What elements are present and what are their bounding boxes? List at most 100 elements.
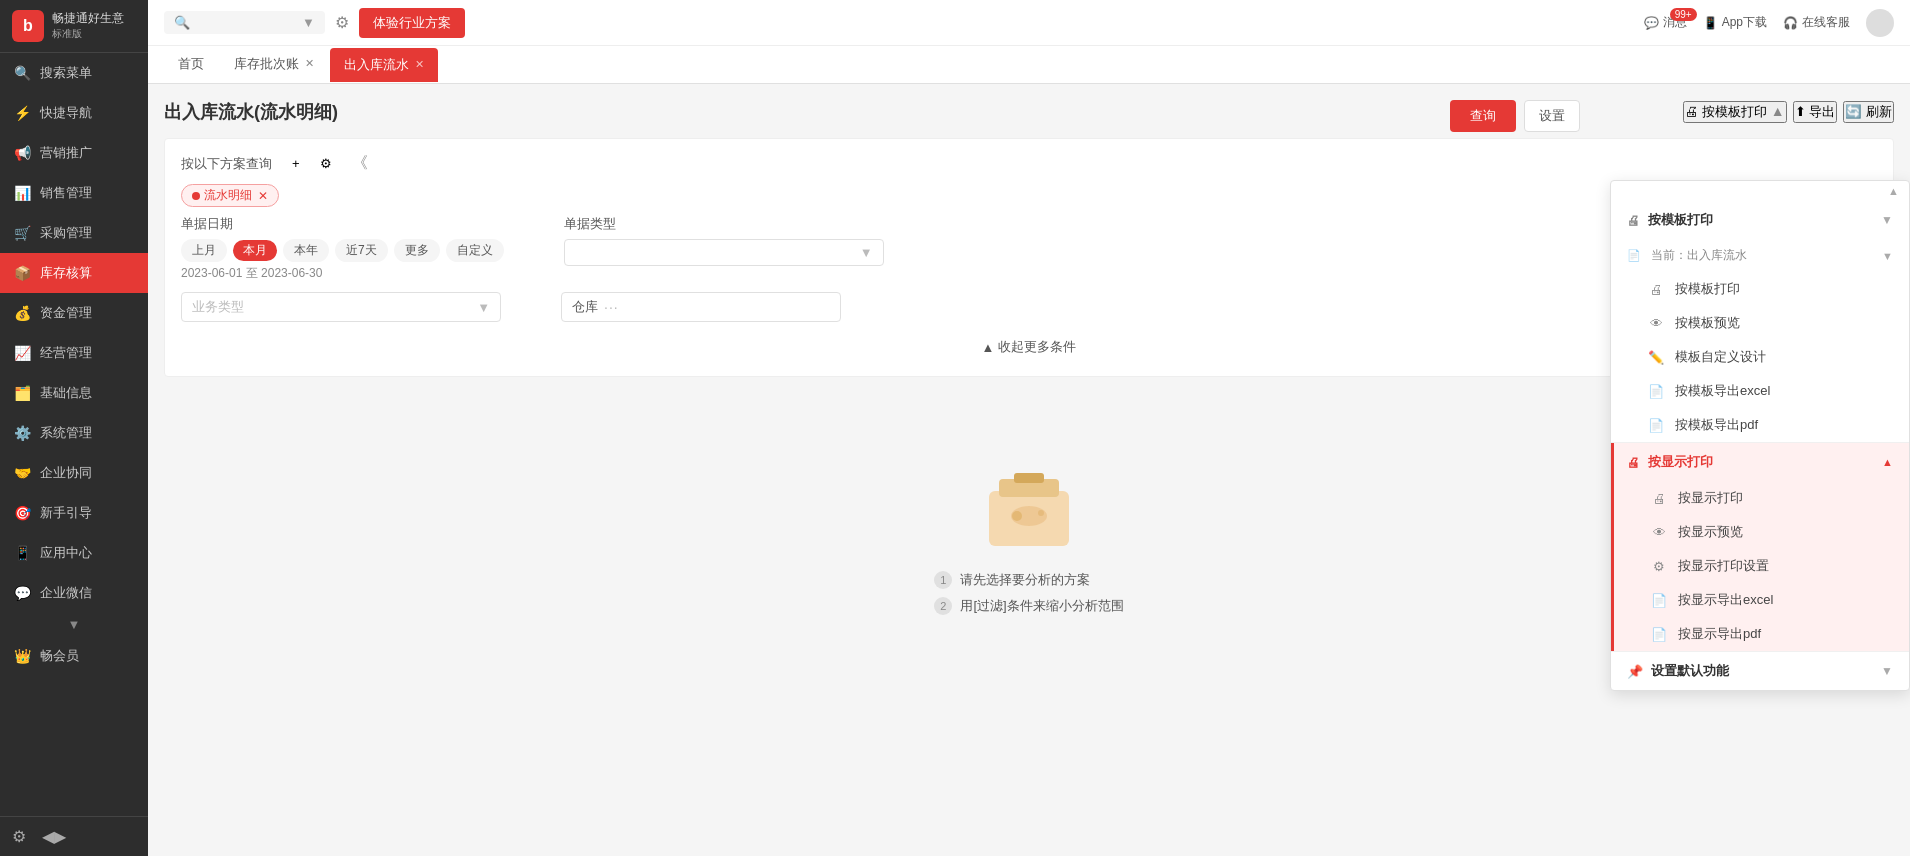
warehouse-dots-icon[interactable]: ··· (604, 299, 619, 315)
dp-display-export-excel[interactable]: 📄 按显示导出excel (1614, 583, 1909, 617)
current-text: 当前：出入库流水 (1651, 247, 1747, 264)
date-option-last-month[interactable]: 上月 (181, 239, 227, 262)
query-button[interactable]: 查询 (1450, 100, 1516, 132)
filter-tag-selected[interactable]: 流水明细 ✕ (181, 184, 279, 207)
refresh-icon: 🔄 (1845, 104, 1862, 119)
trial-button[interactable]: 体验行业方案 (359, 8, 465, 38)
tab-flow[interactable]: 出入库流水 ✕ (330, 48, 438, 82)
page-title: 出入库流水(流水明细) (164, 100, 338, 124)
topbar-search-box[interactable]: 🔍 ▼ (164, 11, 325, 34)
search-dropdown-icon[interactable]: ▼ (302, 15, 315, 30)
dp-display-preview[interactable]: 👁 按显示预览 (1614, 515, 1909, 549)
filter-group-warehouse: 仓库 ··· (561, 292, 841, 322)
date-option-this-year[interactable]: 本年 (283, 239, 329, 262)
print-panel-toggle[interactable]: ▲ (1771, 103, 1785, 119)
page-actions-panel: 🖨 按模板打印 ▲ ⬆ 导出 🔄 刷新 ▲ (1683, 101, 1894, 123)
sidebar-label-marketing: 营销推广 (40, 144, 92, 162)
page-content: 出入库流水(流水明细) 🖨 按模板打印 ▲ ⬆ 导出 🔄 刷新 (148, 84, 1910, 856)
filter-group-biz: 业务类型 ▼ (181, 292, 501, 322)
app-center-icon: 📱 (12, 543, 32, 563)
online-service-button[interactable]: 🎧 在线客服 (1783, 14, 1850, 31)
sidebar-label-vip: 畅会员 (40, 647, 79, 665)
dp-set-default-header[interactable]: 📌 设置默认功能 ▼ (1611, 652, 1909, 690)
date-option-this-month[interactable]: 本月 (233, 240, 277, 261)
sidebar-item-collab[interactable]: 🤝 企业协同 (0, 453, 148, 493)
sidebar-item-operation[interactable]: 📈 经营管理 (0, 333, 148, 373)
sidebar-label-purchase: 采购管理 (40, 224, 92, 242)
dp-template-export-pdf-label: 按模板导出pdf (1675, 416, 1758, 434)
dp-current-label[interactable]: 📄 当前：出入库流水 ▼ (1611, 239, 1909, 272)
collapse-icon[interactable]: ◀▶ (42, 827, 66, 846)
sidebar-label-operation: 经营管理 (40, 344, 92, 362)
dp-scroll-up[interactable]: ▲ (1611, 181, 1909, 201)
sidebar-item-marketing[interactable]: 📢 营销推广 (0, 133, 148, 173)
tab-batch-label: 库存批次账 (234, 55, 299, 73)
finance-icon: 💰 (12, 303, 32, 323)
tab-batch[interactable]: 库存批次账 ✕ (220, 47, 328, 83)
messages-button[interactable]: 💬 消息 99+ (1644, 14, 1687, 31)
sidebar-item-purchase[interactable]: 🛒 采购管理 (0, 213, 148, 253)
date-option-7days[interactable]: 近7天 (335, 239, 388, 262)
sidebar-item-basic[interactable]: 🗂️ 基础信息 (0, 373, 148, 413)
refresh-button[interactable]: 🔄 刷新 (1843, 101, 1894, 123)
date-option-custom[interactable]: 自定义 (446, 239, 504, 262)
sidebar-item-finance[interactable]: 💰 资金管理 (0, 293, 148, 333)
svg-rect-2 (1014, 473, 1044, 483)
sidebar-scroll-down[interactable]: ▼ (0, 613, 148, 636)
topbar-gear-icon[interactable]: ⚙ (335, 13, 349, 32)
sidebar: b 畅捷通好生意 标准版 🔍 搜索菜单 ⚡ 快捷导航 📢 营销推广 📊 销售管理… (0, 0, 148, 856)
export-button[interactable]: ⬆ 导出 (1793, 101, 1838, 123)
sidebar-item-guide[interactable]: 🎯 新手引导 (0, 493, 148, 533)
date-filter-label: 单据日期 (181, 215, 504, 233)
tab-flow-close[interactable]: ✕ (415, 58, 424, 71)
dp-display-print-header[interactable]: 🖨 按显示打印 ▲ (1614, 443, 1909, 481)
dp-display-print-action[interactable]: 🖨 按显示打印 (1614, 481, 1909, 515)
dp-template-print-action[interactable]: 🖨 按模板打印 (1611, 272, 1909, 306)
dp-template-preview[interactable]: 👁 按模板预览 (1611, 306, 1909, 340)
dp-template-print-arrow[interactable]: ▼ (1881, 213, 1893, 227)
dp-template-export-excel[interactable]: 📄 按模板导出excel (1611, 374, 1909, 408)
topbar: 🔍 ▼ ⚙ 体验行业方案 💬 消息 99+ 📱 App下载 🎧 在线客服 (148, 0, 1910, 46)
type-select[interactable]: ▼ (564, 239, 884, 266)
app-download-button[interactable]: 📱 App下载 (1703, 14, 1767, 31)
dp-template-custom[interactable]: ✏️ 模板自定义设计 (1611, 340, 1909, 374)
sidebar-item-vip[interactable]: 👑 畅会员 (0, 636, 148, 676)
sidebar-item-search-menu[interactable]: 🔍 搜索菜单 (0, 53, 148, 93)
dp-preview-icon: 👁 (1647, 316, 1665, 331)
sidebar-item-sales[interactable]: 📊 销售管理 (0, 173, 148, 213)
tab-batch-close[interactable]: ✕ (305, 57, 314, 70)
message-icon: 💬 (1644, 16, 1659, 30)
sidebar-item-app-center[interactable]: 📱 应用中心 (0, 533, 148, 573)
settings-icon[interactable]: ⚙ (12, 827, 26, 846)
biz-type-select[interactable]: 业务类型 ▼ (181, 292, 501, 322)
sidebar-item-quick-nav[interactable]: ⚡ 快捷导航 (0, 93, 148, 133)
dp-set-default-arrow[interactable]: ▼ (1881, 664, 1893, 678)
sidebar-item-corp-wechat[interactable]: 💬 企业微信 (0, 573, 148, 613)
dp-display-print-label: 按显示打印 (1648, 453, 1713, 471)
search-input[interactable] (196, 16, 296, 30)
tab-home[interactable]: 首页 (164, 47, 218, 83)
dp-display-settings[interactable]: ⚙ 按显示打印设置 (1614, 549, 1909, 583)
settings-button[interactable]: 设置 (1524, 100, 1580, 132)
dp-display-pdf-icon: 📄 (1650, 627, 1668, 642)
sidebar-item-inventory[interactable]: 📦 库存核算 (0, 253, 148, 293)
user-avatar[interactable] (1866, 9, 1894, 37)
sidebar-item-system[interactable]: ⚙️ 系统管理 (0, 413, 148, 453)
dp-template-export-pdf[interactable]: 📄 按模板导出pdf (1611, 408, 1909, 442)
page-header: 出入库流水(流水明细) 🖨 按模板打印 ▲ ⬆ 导出 🔄 刷新 (164, 100, 1894, 124)
filter-gear-button[interactable]: ⚙ (320, 156, 332, 171)
collapse-left-button[interactable]: 《 (352, 153, 368, 174)
warehouse-select[interactable]: 仓库 ··· (561, 292, 841, 322)
print-button[interactable]: 🖨 按模板打印 ▲ (1683, 101, 1786, 123)
add-filter-button[interactable]: + (292, 156, 300, 171)
dp-display-print-arrow[interactable]: ▲ (1882, 456, 1893, 468)
date-option-more[interactable]: 更多 (394, 239, 440, 262)
dp-display-export-pdf[interactable]: 📄 按显示导出pdf (1614, 617, 1909, 651)
dp-display-print-section: 🖨 按显示打印 ▲ 🖨 按显示打印 👁 按显示预览 (1611, 443, 1909, 651)
dp-template-print-header[interactable]: 🖨 按模板打印 ▼ (1611, 201, 1909, 239)
scroll-up-icon[interactable]: ▲ (1888, 185, 1899, 197)
current-arrow[interactable]: ▼ (1882, 250, 1893, 262)
tag-close-icon[interactable]: ✕ (258, 189, 268, 203)
dp-display-settings-label: 按显示打印设置 (1678, 557, 1769, 575)
sidebar-label-corp-wechat: 企业微信 (40, 584, 92, 602)
